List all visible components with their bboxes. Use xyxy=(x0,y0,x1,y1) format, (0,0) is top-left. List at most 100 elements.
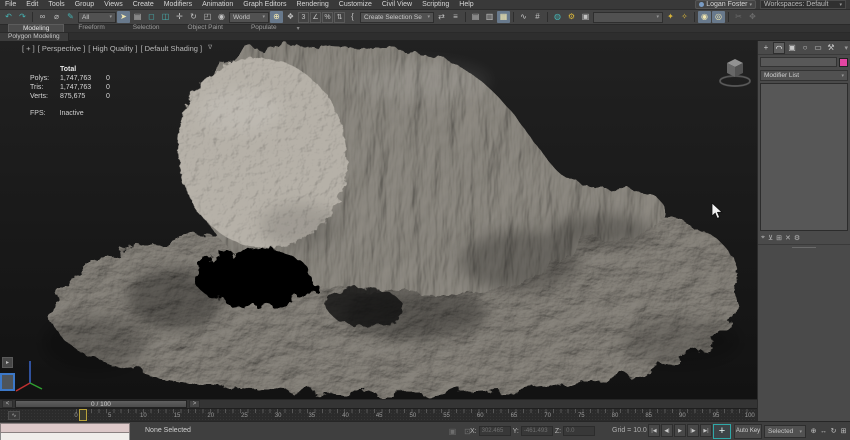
redo-icon[interactable]: ↷ xyxy=(16,11,29,23)
ribbon-tab[interactable]: Object Paint xyxy=(174,24,237,32)
transform-tool-icon[interactable]: ✥ xyxy=(746,11,759,23)
edit-named-selection-sets-icon[interactable]: { xyxy=(346,11,359,23)
window-crossing-icon[interactable]: ◫ xyxy=(159,11,172,23)
align-icon[interactable]: ≡ xyxy=(449,11,462,23)
menu-item[interactable]: Animation xyxy=(197,1,238,8)
modify-tab[interactable]: ◠ xyxy=(773,42,785,54)
remove-modifier-icon[interactable]: ✕ xyxy=(785,234,791,242)
key-filter-dropdown[interactable]: Selected ▾ xyxy=(764,425,806,438)
orbit-icon[interactable]: ↻ xyxy=(829,425,838,438)
state-set-play-icon[interactable]: ◎ xyxy=(712,11,725,23)
state-set-record-icon[interactable]: ◉ xyxy=(698,11,711,23)
listener-line[interactable] xyxy=(0,433,130,440)
schematic-view-icon[interactable]: # xyxy=(531,11,544,23)
current-frame-marker[interactable] xyxy=(79,409,87,421)
curve-editor-icon[interactable]: ∿ xyxy=(517,11,530,23)
spinner-snap-icon[interactable]: ⇅ xyxy=(334,12,345,23)
modifier-list-dropdown[interactable]: Modifier List ▾ xyxy=(760,70,848,81)
pan-view-icon[interactable]: ↔ xyxy=(819,425,828,438)
render-preset-dropdown[interactable]: ▾ xyxy=(593,12,663,23)
auto-key-button[interactable]: Auto Key xyxy=(734,424,762,439)
ribbon-config-dropdown-icon[interactable]: ▾ xyxy=(297,25,300,32)
object-name-field[interactable] xyxy=(760,57,837,67)
layer-explorer-icon[interactable]: ▥ xyxy=(483,11,496,23)
previous-frame-arrow[interactable]: < xyxy=(2,400,13,408)
play-button[interactable]: ▶ xyxy=(674,424,686,437)
menu-item[interactable]: Tools xyxy=(43,1,69,8)
snap-toggle-3d-icon[interactable]: 3 xyxy=(298,12,309,23)
menu-item[interactable]: Graph Editors xyxy=(238,1,291,8)
polygon-modeling-panel[interactable]: Polygon Modeling xyxy=(0,33,69,41)
render-production-icon[interactable]: ✦ xyxy=(664,11,677,23)
ribbon-tab[interactable]: Freeform xyxy=(64,24,118,32)
viewport-layout-flyout-button[interactable]: ▸ xyxy=(2,357,13,368)
mirror-icon[interactable]: ⇄ xyxy=(435,11,448,23)
modifier-stack[interactable] xyxy=(760,83,848,231)
menu-item[interactable]: Create xyxy=(128,1,159,8)
next-frame-button[interactable]: |▶ xyxy=(687,424,699,437)
utilities-tab[interactable]: ⚒ xyxy=(825,42,837,54)
zoom-icon[interactable]: ⊕ xyxy=(809,425,818,438)
cut-tool-icon[interactable]: ✂ xyxy=(732,11,745,23)
hierarchy-tab[interactable]: ▣ xyxy=(786,42,798,54)
workspace-dropdown[interactable]: Workspaces: Default ▾ xyxy=(760,0,846,9)
toggle-ribbon-icon[interactable]: ▦ xyxy=(497,11,510,23)
go-to-start-button[interactable]: |◀ xyxy=(648,424,660,437)
menu-item[interactable]: Group xyxy=(70,1,99,8)
menu-item[interactable]: Modifiers xyxy=(159,1,197,8)
viewport-general-menu[interactable]: [ + ] xyxy=(22,44,35,53)
ribbon-tab[interactable]: Populate xyxy=(237,24,291,32)
maxscript-mini-listener[interactable] xyxy=(0,423,130,440)
render-iterative-icon[interactable]: ✧ xyxy=(678,11,691,23)
named-selection-sets-dropdown[interactable]: Create Selection Se ▾ xyxy=(360,12,434,23)
select-and-scale-icon[interactable]: ◰ xyxy=(201,11,214,23)
rectangular-selection-region-icon[interactable]: ◻ xyxy=(145,11,158,23)
configure-modifier-sets-icon[interactable]: ⚙ xyxy=(794,234,800,242)
panel-splitter[interactable] xyxy=(758,245,850,250)
select-and-rotate-icon[interactable]: ↻ xyxy=(187,11,200,23)
account-dropdown[interactable]: Logan Foster ▾ xyxy=(695,0,756,9)
use-pivot-center-icon[interactable]: ⊕ xyxy=(270,11,283,23)
percent-snap-icon[interactable]: % xyxy=(322,12,333,23)
select-and-move-icon[interactable]: ✛ xyxy=(173,11,186,23)
menu-item[interactable]: Customize xyxy=(334,1,377,8)
go-to-end-button[interactable]: ▶| xyxy=(700,424,712,437)
ribbon-tab[interactable]: Modeling xyxy=(8,24,64,32)
next-frame-arrow[interactable]: > xyxy=(189,400,200,408)
menu-item[interactable]: Scripting xyxy=(417,1,454,8)
selection-filter-dropdown[interactable]: All ▾ xyxy=(78,12,116,23)
bind-to-spacewarp-icon[interactable]: ✎ xyxy=(64,11,77,23)
previous-frame-button[interactable]: ◀| xyxy=(661,424,673,437)
reference-coordinate-dropdown[interactable]: World ▾ xyxy=(229,12,269,23)
x-coordinate-field[interactable]: 302.465 xyxy=(479,426,511,436)
ribbon-tab[interactable]: Selection xyxy=(119,24,174,32)
menu-item[interactable]: Help xyxy=(454,1,478,8)
y-coordinate-field[interactable]: -461.493 xyxy=(521,426,553,436)
select-and-link-icon[interactable]: ∞ xyxy=(36,11,49,23)
select-and-place-icon[interactable]: ◉ xyxy=(215,11,228,23)
time-slider-handle[interactable]: 0 / 100 xyxy=(15,400,187,408)
panel-pin-icon[interactable]: ▾ xyxy=(844,44,848,52)
viewport-layout-tab[interactable] xyxy=(0,373,15,391)
selection-lock-toggle-icon[interactable]: ▣ xyxy=(446,426,459,438)
maximize-viewport-icon[interactable]: ⊞ xyxy=(839,425,848,438)
material-editor-icon[interactable]: ◍ xyxy=(551,11,564,23)
mini-curve-editor-button[interactable]: ∿ xyxy=(8,411,20,420)
menu-item[interactable]: Views xyxy=(99,1,128,8)
viewport-pov-menu[interactable]: [ Perspective ] xyxy=(38,44,86,53)
menu-item[interactable]: Edit xyxy=(21,1,43,8)
motion-tab[interactable]: ○ xyxy=(799,42,811,54)
menu-item[interactable]: Rendering xyxy=(291,1,333,8)
make-unique-icon[interactable]: ⊞ xyxy=(776,234,782,242)
select-object-icon[interactable]: ➤ xyxy=(117,11,130,23)
undo-icon[interactable]: ↶ xyxy=(2,11,15,23)
select-and-manipulate-icon[interactable]: ❖ xyxy=(284,11,297,23)
unlink-selection-icon[interactable]: ⌀ xyxy=(50,11,63,23)
show-end-result-icon[interactable]: ⊻ xyxy=(768,234,773,242)
create-tab[interactable]: + xyxy=(760,42,772,54)
create-key-button[interactable]: + xyxy=(713,424,731,439)
angle-snap-icon[interactable]: ∠ xyxy=(310,12,321,23)
viewport-shading-menu[interactable]: [ Default Shading ] xyxy=(140,44,202,53)
scene-explorer-icon[interactable]: ▤ xyxy=(469,11,482,23)
menu-item[interactable]: File xyxy=(0,1,21,8)
